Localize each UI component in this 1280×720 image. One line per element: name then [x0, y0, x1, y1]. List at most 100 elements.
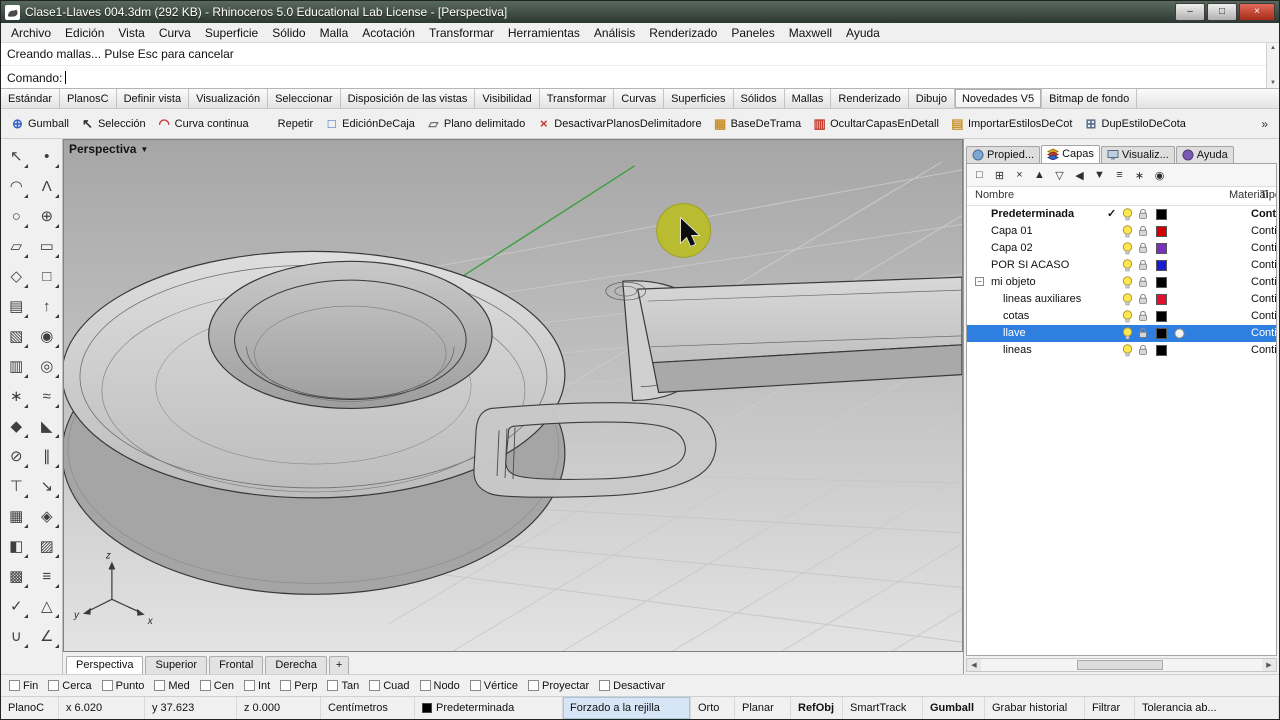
panel-tab-propied[interactable]: Propied...: [966, 146, 1041, 163]
status-planoc[interactable]: PlanoC: [1, 697, 59, 719]
tab-bitmap-de-fondo[interactable]: Bitmap de fondo: [1042, 89, 1138, 108]
status-planar[interactable]: Planar: [735, 697, 791, 719]
osnap-proyectar[interactable]: Proyectar: [528, 680, 589, 692]
panel-horizontal-scrollbar[interactable]: ◀ ▶: [966, 658, 1277, 672]
osnap-checkbox[interactable]: [419, 680, 431, 691]
layer-lock-icon[interactable]: [1138, 327, 1148, 342]
measure-tool-icon[interactable]: ∠: [34, 623, 60, 649]
status-gumball[interactable]: Gumball: [923, 697, 985, 719]
trim-tool-icon[interactable]: ⊘: [3, 443, 29, 469]
osnap-cerca[interactable]: Cerca: [48, 680, 92, 692]
osnap-tan[interactable]: Tan: [327, 680, 359, 692]
status-filtrar[interactable]: Filtrar: [1085, 697, 1135, 719]
tab-seleccionar[interactable]: Seleccionar: [268, 89, 341, 108]
paint-tool-icon[interactable]: ◧: [3, 533, 29, 559]
plane-tool-icon[interactable]: ▱: [3, 233, 29, 259]
toolbar-gumball-button[interactable]: ⊕ Gumball: [6, 114, 73, 133]
layer-color-swatch[interactable]: [1156, 311, 1167, 322]
layer-lock-icon[interactable]: [1138, 208, 1148, 223]
status-forzado-a-la-rejilla[interactable]: Forzado a la rejilla: [563, 697, 691, 719]
menu-paneles[interactable]: Paneles: [724, 24, 781, 42]
osnap-fin[interactable]: Fin: [9, 680, 38, 692]
osnap-checkbox[interactable]: [9, 680, 20, 691]
layer-row-lineas-auxiliares[interactable]: lineas auxiliares Continua: [967, 291, 1276, 308]
osnap-med[interactable]: Med: [154, 680, 190, 692]
scroll-down-icon[interactable]: ▼: [1270, 80, 1276, 86]
scrollbar-track[interactable]: [981, 659, 1262, 671]
tab-solidos[interactable]: Sólidos: [734, 89, 785, 108]
tab-novedades-v5[interactable]: Novedades V5: [954, 89, 1043, 108]
menu-analisis[interactable]: Análisis: [587, 24, 642, 42]
new-layer-button[interactable]: □: [970, 166, 989, 184]
layer-color-swatch[interactable]: [1156, 243, 1167, 254]
layer-visibility-bulb-icon[interactable]: [1122, 327, 1133, 343]
surface-tool-icon[interactable]: ▤: [3, 293, 29, 319]
layer-lock-icon[interactable]: [1138, 242, 1148, 257]
layer-color-swatch[interactable]: [1156, 345, 1167, 356]
layer-visibility-bulb-icon[interactable]: [1122, 344, 1133, 360]
toolbar-desactivarplanosdelimitadore-button[interactable]: × DesactivarPlanosDelimitadore: [532, 114, 705, 133]
check-tool-icon[interactable]: ✓: [3, 593, 29, 619]
tab-curvas[interactable]: Curvas: [614, 89, 665, 108]
tools-button[interactable]: ∗: [1130, 166, 1149, 184]
osnap-punto[interactable]: Punto: [101, 680, 144, 692]
toolbar-dupestilodecota-button[interactable]: ⊞ DupEstiloDeCota: [1080, 114, 1190, 133]
move-tool-icon[interactable]: ↘: [34, 473, 60, 499]
osnap-desactivar[interactable]: Desactivar: [599, 680, 665, 692]
close-button[interactable]: ×: [1239, 3, 1275, 21]
curve-tool-icon[interactable]: ◠: [3, 173, 29, 199]
toolbar-seleccion-button[interactable]: ↖ Selección: [76, 114, 150, 133]
layer-row-cotas[interactable]: cotas Continua: [967, 308, 1276, 325]
menu-archivo[interactable]: Archivo: [4, 24, 58, 42]
layer-color-swatch[interactable]: [1156, 226, 1167, 237]
sphere-tool-icon[interactable]: ◉: [34, 323, 60, 349]
point-tool-icon[interactable]: •: [34, 143, 60, 169]
command-input[interactable]: Comando:: [1, 66, 1279, 89]
osnap-checkbox[interactable]: [369, 680, 381, 691]
tab-estandar[interactable]: Estándar: [1, 89, 61, 108]
toolbar-overflow-chevron[interactable]: »: [1255, 117, 1274, 131]
status-predeterminada[interactable]: Predeterminada: [415, 697, 563, 719]
rectangle-tool-icon[interactable]: ▭: [34, 233, 60, 259]
osnap-checkbox[interactable]: [528, 680, 540, 691]
expand-all-button[interactable]: ◀: [1070, 166, 1089, 184]
menu-renderizado[interactable]: Renderizado: [642, 24, 724, 42]
layout-tool-icon[interactable]: ≡: [34, 563, 60, 589]
viewport-tab-frontal[interactable]: Frontal: [209, 656, 264, 674]
layer-visibility-bulb-icon[interactable]: [1122, 225, 1133, 241]
menu-superficie[interactable]: Superficie: [198, 24, 265, 42]
blend-tool-icon[interactable]: ≈: [34, 383, 60, 409]
osnap-checkbox[interactable]: [48, 680, 60, 691]
osnap-nodo[interactable]: Nodo: [419, 680, 460, 692]
layer-visibility-bulb-icon[interactable]: [1122, 208, 1133, 224]
layer-row-por-si-acaso[interactable]: POR SI ACASO Continua: [967, 257, 1276, 274]
tab-mallas[interactable]: Mallas: [785, 89, 832, 108]
toolbar-importarestilosdecot-button[interactable]: ▤ ImportarEstilosDeCot: [946, 114, 1077, 133]
toolbar-ediciondecaja-button[interactable]: □ EdiciónDeCaja: [320, 114, 419, 133]
menu-malla[interactable]: Malla: [313, 24, 356, 42]
layer-visibility-bulb-icon[interactable]: [1122, 259, 1133, 275]
torus-tool-icon[interactable]: ◎: [34, 353, 60, 379]
menu-transformar[interactable]: Transformar: [422, 24, 501, 42]
layer-lock-icon[interactable]: [1138, 344, 1148, 359]
toolbar-basedetrama-button[interactable]: ▦ BaseDeTrama: [709, 114, 806, 133]
status-tolerancia-ab[interactable]: Tolerancia ab...: [1135, 697, 1279, 719]
filter-button[interactable]: ▼: [1090, 166, 1109, 184]
layer-lock-icon[interactable]: [1138, 225, 1148, 240]
layer-color-swatch[interactable]: [1156, 328, 1167, 339]
minimize-button[interactable]: –: [1175, 3, 1205, 21]
tab-transformar[interactable]: Transformar: [540, 89, 615, 108]
column-nombre[interactable]: Nombre: [975, 189, 1014, 201]
maximize-button[interactable]: □: [1207, 3, 1237, 21]
array-tool-icon[interactable]: ▦: [3, 503, 29, 529]
menu-curva[interactable]: Curva: [152, 24, 198, 42]
tab-planosc[interactable]: PlanosC: [60, 89, 117, 108]
tab-definir-vista[interactable]: Definir vista: [117, 89, 190, 108]
layer-row-predeterminada[interactable]: Predeterminada ✓ Continua: [967, 206, 1276, 223]
ellipse-tool-icon[interactable]: ⊕: [34, 203, 60, 229]
osnap-checkbox[interactable]: [101, 680, 113, 691]
layer-lock-icon[interactable]: [1138, 310, 1148, 325]
cylinder-tool-icon[interactable]: ▥: [3, 353, 29, 379]
scroll-right-icon[interactable]: ▶: [1262, 659, 1276, 671]
osnap-checkbox[interactable]: [327, 680, 339, 691]
